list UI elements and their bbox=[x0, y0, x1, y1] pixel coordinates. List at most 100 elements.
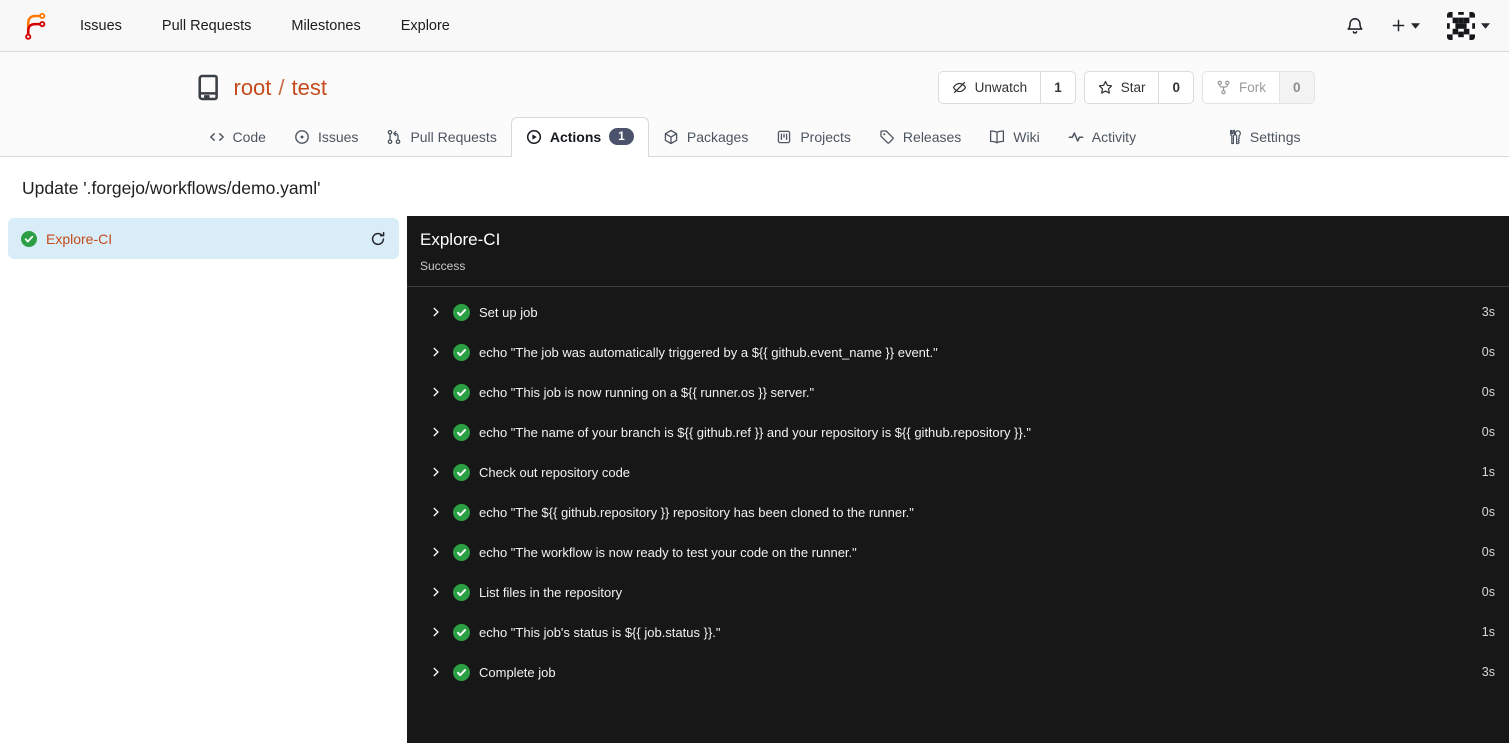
step-label: echo "This job's status is ${{ job.statu… bbox=[479, 624, 721, 640]
star-button[interactable]: Star bbox=[1085, 72, 1159, 103]
tab-label: Projects bbox=[800, 129, 851, 145]
refresh-icon[interactable] bbox=[370, 231, 386, 247]
project-icon bbox=[776, 129, 792, 145]
nav-link-milestones[interactable]: Milestones bbox=[291, 18, 360, 34]
check-circle-icon bbox=[453, 504, 470, 521]
unwatch-button[interactable]: Unwatch bbox=[939, 72, 1041, 103]
step-duration: 0s bbox=[1481, 385, 1495, 399]
repo-action-buttons: Unwatch 1 Star 0 Fork 0 bbox=[937, 71, 1315, 104]
job-title: Explore-CI bbox=[420, 230, 501, 249]
job-steps-list: Set up job 3s echo "The job was automati… bbox=[407, 287, 1509, 692]
step-label: echo "The ${{ github.repository }} repos… bbox=[479, 504, 914, 520]
page-title: Update '.forgejo/workflows/demo.yaml' bbox=[22, 178, 321, 198]
chevron-right-icon[interactable] bbox=[430, 426, 442, 438]
check-circle-icon bbox=[453, 584, 470, 601]
chevron-right-icon[interactable] bbox=[430, 346, 442, 358]
play-circle-icon bbox=[526, 129, 542, 145]
check-circle-icon bbox=[21, 231, 37, 247]
repo-book-icon bbox=[195, 74, 222, 101]
repo-name-link[interactable]: test bbox=[292, 75, 327, 100]
step-duration: 0s bbox=[1481, 345, 1495, 359]
forks-count[interactable]: 0 bbox=[1278, 72, 1314, 103]
step-row-list-files[interactable]: List files in the repository 0s bbox=[407, 572, 1509, 612]
tab-code[interactable]: Code bbox=[195, 119, 280, 156]
step-row-echo-status[interactable]: echo "This job's status is ${{ job.statu… bbox=[407, 612, 1509, 652]
check-circle-icon bbox=[453, 384, 470, 401]
chevron-right-icon[interactable] bbox=[430, 546, 442, 558]
step-duration: 1s bbox=[1481, 465, 1495, 479]
step-row-echo-trigger[interactable]: echo "The job was automatically triggere… bbox=[407, 332, 1509, 372]
tab-packages[interactable]: Packages bbox=[649, 119, 762, 156]
star-button-group: Star 0 bbox=[1083, 71, 1194, 104]
nav-link-explore[interactable]: Explore bbox=[401, 18, 450, 34]
caret-down-icon bbox=[1411, 23, 1420, 29]
forgejo-logo-icon[interactable] bbox=[19, 10, 50, 41]
step-label: Complete job bbox=[479, 664, 556, 680]
step-row-echo-cloned[interactable]: echo "The ${{ github.repository }} repos… bbox=[407, 492, 1509, 532]
step-duration: 0s bbox=[1481, 545, 1495, 559]
repo-tabs: Code Issues Pull Requests Actions 1 Pack… bbox=[195, 117, 1315, 157]
wrench-icon bbox=[1226, 129, 1242, 145]
check-circle-icon bbox=[453, 664, 470, 681]
nav-link-pull-requests[interactable]: Pull Requests bbox=[162, 18, 251, 34]
caret-down-icon bbox=[1481, 23, 1490, 29]
step-row-checkout[interactable]: Check out repository code 1s bbox=[407, 452, 1509, 492]
issue-icon bbox=[294, 129, 310, 145]
chevron-right-icon[interactable] bbox=[430, 306, 442, 318]
chevron-right-icon[interactable] bbox=[430, 466, 442, 478]
check-circle-icon bbox=[453, 624, 470, 641]
tab-actions[interactable]: Actions 1 bbox=[510, 117, 649, 157]
top-navbar: Issues Pull Requests Milestones Explore bbox=[0, 0, 1509, 52]
tab-activity[interactable]: Activity bbox=[1054, 119, 1150, 156]
repo-header-section: root / test Unwatch 1 Star 0 Fork 0 Code… bbox=[0, 52, 1509, 157]
chevron-right-icon[interactable] bbox=[430, 506, 442, 518]
chevron-right-icon[interactable] bbox=[430, 386, 442, 398]
step-row-echo-ready[interactable]: echo "The workflow is now ready to test … bbox=[407, 532, 1509, 572]
step-duration: 3s bbox=[1481, 665, 1495, 679]
tab-issues[interactable]: Issues bbox=[280, 119, 372, 156]
jobs-sidebar: Explore-CI bbox=[0, 216, 407, 743]
chevron-right-icon[interactable] bbox=[430, 666, 442, 678]
repo-owner-link[interactable]: root bbox=[234, 75, 272, 100]
step-row-complete[interactable]: Complete job 3s bbox=[407, 652, 1509, 692]
eye-off-icon bbox=[952, 80, 967, 95]
sidebar-job-explore-ci[interactable]: Explore-CI bbox=[8, 218, 399, 259]
check-circle-icon bbox=[453, 304, 470, 321]
chevron-right-icon[interactable] bbox=[430, 586, 442, 598]
tab-settings[interactable]: Settings bbox=[1212, 119, 1315, 156]
plus-icon bbox=[1391, 18, 1406, 33]
step-duration: 3s bbox=[1481, 305, 1495, 319]
check-circle-icon bbox=[453, 424, 470, 441]
tab-wiki[interactable]: Wiki bbox=[975, 119, 1053, 156]
nav-link-issues[interactable]: Issues bbox=[80, 18, 122, 34]
tab-releases[interactable]: Releases bbox=[865, 119, 975, 156]
step-label: List files in the repository bbox=[479, 584, 623, 600]
create-new-dropdown[interactable] bbox=[1391, 18, 1420, 33]
stars-count[interactable]: 0 bbox=[1158, 72, 1193, 103]
tab-projects[interactable]: Projects bbox=[762, 119, 865, 156]
step-row-echo-branch[interactable]: echo "The name of your branch is ${{ git… bbox=[407, 412, 1509, 452]
job-name: Explore-CI bbox=[46, 230, 113, 247]
tab-label: Wiki bbox=[1013, 129, 1040, 145]
check-circle-icon bbox=[453, 544, 470, 561]
step-row-echo-runner-os[interactable]: echo "This job is now running on a ${{ r… bbox=[407, 372, 1509, 412]
unwatch-label: Unwatch bbox=[974, 80, 1028, 95]
step-label: echo "The name of your branch is ${{ git… bbox=[479, 424, 1031, 440]
step-row-setup[interactable]: Set up job 3s bbox=[407, 292, 1509, 332]
navbar-right bbox=[1346, 11, 1490, 40]
check-circle-icon bbox=[453, 464, 470, 481]
tab-pull-requests[interactable]: Pull Requests bbox=[372, 119, 510, 156]
chevron-right-icon[interactable] bbox=[430, 626, 442, 638]
repo-title-row: root / test Unwatch 1 Star 0 Fork 0 bbox=[195, 52, 1315, 104]
tab-label: Issues bbox=[317, 129, 359, 145]
user-menu-dropdown[interactable] bbox=[1447, 11, 1490, 40]
watchers-count[interactable]: 1 bbox=[1040, 72, 1075, 103]
job-status: Success bbox=[420, 259, 466, 273]
check-circle-icon bbox=[453, 344, 470, 361]
step-duration: 1s bbox=[1481, 625, 1495, 639]
bell-icon[interactable] bbox=[1346, 17, 1364, 35]
code-icon bbox=[209, 129, 225, 145]
tab-label: Packages bbox=[686, 129, 749, 145]
tag-icon bbox=[879, 129, 895, 145]
fork-button: Fork bbox=[1203, 72, 1279, 103]
